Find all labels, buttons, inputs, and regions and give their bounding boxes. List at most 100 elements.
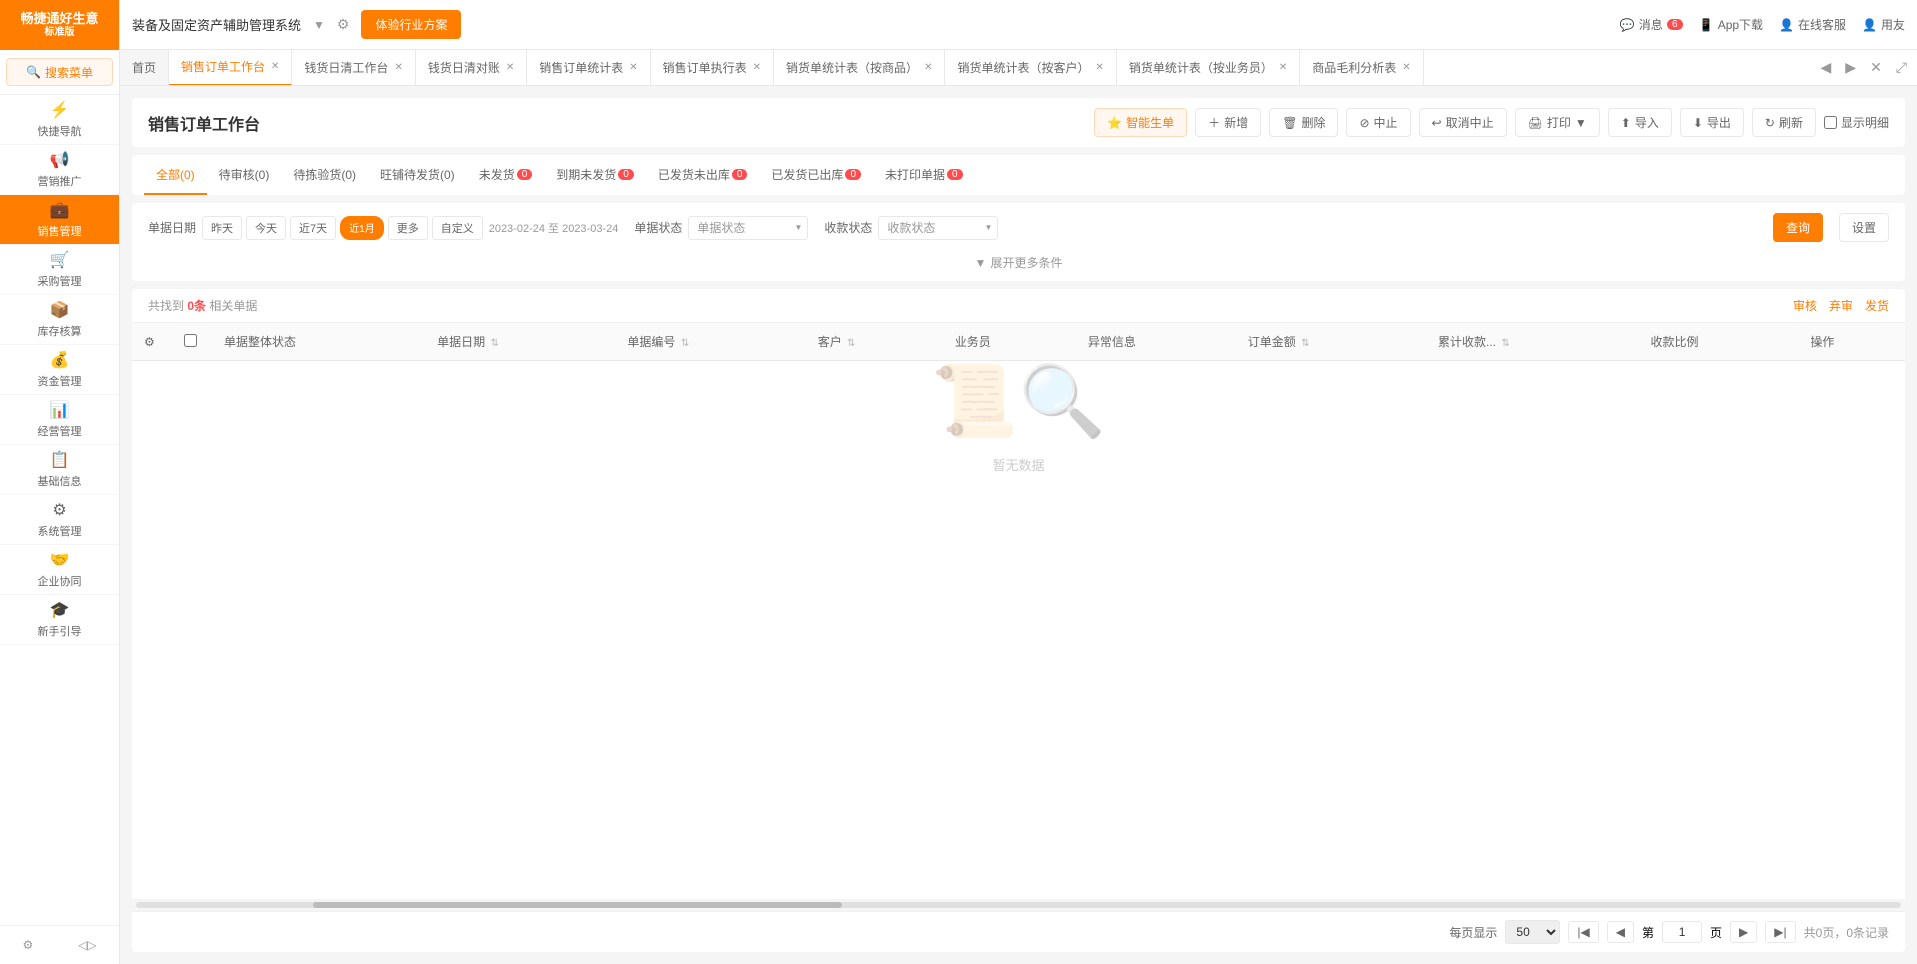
sub-tab-shipped-out[interactable]: 已发货已出库 0 <box>759 155 873 195</box>
reject-link[interactable]: 弃审 <box>1829 297 1853 314</box>
logo-sub-text: 标准版 <box>44 27 74 39</box>
sub-tab-pending-review[interactable]: 待审核(0) <box>207 155 282 195</box>
tab-maximize[interactable]: ⤢ <box>1890 55 1913 80</box>
tab-close-icon[interactable]: ✕ <box>271 61 279 72</box>
col-number[interactable]: 单据编号 ⇅ <box>615 323 805 361</box>
col-checkbox[interactable] <box>172 323 212 361</box>
tab-close-icon[interactable]: ✕ <box>394 62 402 73</box>
settings-bottom-icon[interactable]: ⚙ <box>14 934 41 956</box>
cancel-stop-btn[interactable]: ↩ 取消中止 <box>1419 108 1507 137</box>
sub-tab-not-shipped[interactable]: 未发货 0 <box>467 155 545 195</box>
online-service-btn[interactable]: 👤 在线客服 <box>1779 16 1846 33</box>
print-dropdown-icon: ▼ <box>1575 116 1587 130</box>
sub-tab-not-printed[interactable]: 未打印单据 0 <box>873 155 975 195</box>
tab-home[interactable]: 首页 <box>120 50 169 86</box>
tab-sales-exec[interactable]: 销售订单执行表 ✕ <box>651 50 774 86</box>
horizontal-scrollbar[interactable] <box>132 899 1905 911</box>
sidebar-item-finance[interactable]: 💰 资金管理 <box>0 345 119 395</box>
query-btn[interactable]: 查询 <box>1773 213 1823 242</box>
sidebar-item-cooperation[interactable]: 🤝 企业协同 <box>0 545 119 595</box>
col-customer-label: 客户 <box>818 335 842 349</box>
tab-close-icon[interactable]: ✕ <box>1095 62 1103 73</box>
message-btn[interactable]: 💬 消息 6 <box>1620 16 1683 33</box>
sub-tab-wangpu[interactable]: 旺铺待发货(0) <box>368 155 467 195</box>
ship-link[interactable]: 发货 <box>1865 297 1889 314</box>
tab-close-all[interactable]: ✕ <box>1864 55 1888 80</box>
date-more-btn[interactable]: 更多 <box>388 216 428 240</box>
collapse-sidebar-btn[interactable]: ◁▷ <box>70 934 104 956</box>
col-settings[interactable]: ⚙ <box>132 323 172 361</box>
overdue-badge: 0 <box>618 169 634 180</box>
industry-btn[interactable]: 体验行业方案 <box>361 10 461 39</box>
app-download-btn[interactable]: 📱 App下载 <box>1699 16 1763 33</box>
show-detail-input[interactable] <box>1824 116 1837 129</box>
date-7days-btn[interactable]: 近7天 <box>290 216 336 240</box>
export-btn[interactable]: ⬇ 导出 <box>1680 108 1744 137</box>
sidebar-item-basic[interactable]: 📋 基础信息 <box>0 445 119 495</box>
tab-close-icon[interactable]: ✕ <box>506 62 514 73</box>
table-scroll[interactable]: ⚙ 单据整体状态 单据日期 ⇅ <box>132 323 1905 899</box>
sub-tab-all[interactable]: 全部(0) <box>144 155 207 195</box>
col-amount[interactable]: 订单金额 ⇅ <box>1236 323 1426 361</box>
payment-select[interactable]: 收款状态 <box>878 216 998 240</box>
sidebar-item-guide[interactable]: 🎓 新手引导 <box>0 595 119 645</box>
search-menu-label: 搜索菜单 <box>45 64 93 81</box>
tab-close-icon[interactable]: ✕ <box>753 62 761 73</box>
sidebar-item-system[interactable]: ⚙ 系统管理 <box>0 495 119 545</box>
show-detail-checkbox[interactable]: 显示明细 <box>1824 114 1889 131</box>
sidebar-item-marketing[interactable]: 📢 营销推广 <box>0 145 119 195</box>
col-date[interactable]: 单据日期 ⇅ <box>425 323 615 361</box>
tab-sales-stat[interactable]: 销售订单统计表 ✕ <box>527 50 650 86</box>
import-btn[interactable]: ⬆ 导入 <box>1608 108 1672 137</box>
sidebar-item-sales[interactable]: 💼 销售管理 <box>0 195 119 245</box>
tab-close-icon[interactable]: ✕ <box>629 62 637 73</box>
page-next-btn[interactable]: ▶ <box>1730 921 1757 943</box>
tab-gross-profit[interactable]: 商品毛利分析表 ✕ <box>1300 50 1423 86</box>
tab-close-icon[interactable]: ✕ <box>1279 62 1287 73</box>
stop-btn[interactable]: ⊘ 中止 <box>1346 108 1410 137</box>
tab-close-icon[interactable]: ✕ <box>924 62 932 73</box>
expand-filter-btn[interactable]: ▼ 展开更多条件 <box>975 254 1063 271</box>
tab-scroll-prev[interactable]: ◀ <box>1815 55 1838 80</box>
tab-close-icon[interactable]: ✕ <box>1402 62 1410 73</box>
select-all-checkbox[interactable] <box>184 334 197 347</box>
sidebar-item-quick-nav[interactable]: ⚡ 快捷导航 <box>0 95 119 145</box>
print-btn[interactable]: 🖨 打印 ▼ <box>1515 108 1600 137</box>
tab-scroll-next[interactable]: ▶ <box>1839 55 1862 80</box>
scrollbar-thumb[interactable] <box>313 902 843 908</box>
tab-cash-reconcile[interactable]: 钱货日清对账 ✕ <box>416 50 527 86</box>
col-collected[interactable]: 累计收款... ⇅ <box>1426 323 1639 361</box>
smart-order-btn[interactable]: ⭐ 智能生单 <box>1094 108 1187 137</box>
user-btn[interactable]: 👤 用友 <box>1862 16 1905 33</box>
date-yesterday-btn[interactable]: 昨天 <box>202 216 242 240</box>
set-filter-btn[interactable]: 设置 <box>1839 213 1889 242</box>
sub-tab-overdue[interactable]: 到期未发货 0 <box>544 155 646 195</box>
sub-tab-shipped-not-out[interactable]: 已发货未出库 0 <box>646 155 760 195</box>
add-btn[interactable]: ＋ 新增 <box>1195 108 1261 137</box>
date-1month-btn[interactable]: 近1月 <box>340 216 384 240</box>
date-today-btn[interactable]: 今天 <box>246 216 286 240</box>
page-last-btn[interactable]: ▶| <box>1765 921 1795 943</box>
delete-btn[interactable]: 🗑 删除 <box>1269 108 1338 137</box>
settings-icon[interactable]: ⚙ <box>337 16 350 33</box>
sub-tab-pending-inspect[interactable]: 待拣验货(0) <box>281 155 368 195</box>
search-menu-button[interactable]: 🔍 搜索菜单 <box>6 58 113 86</box>
approve-link[interactable]: 审核 <box>1793 297 1817 314</box>
page-prev-btn[interactable]: ◀ <box>1607 921 1634 943</box>
tab-sales-stat-customer[interactable]: 销货单统计表（按客户） ✕ <box>945 50 1116 86</box>
sidebar-item-operation[interactable]: 📊 经营管理 <box>0 395 119 445</box>
date-custom-btn[interactable]: 自定义 <box>432 216 483 240</box>
col-customer[interactable]: 客户 ⇅ <box>806 323 943 361</box>
system-title-dropdown[interactable]: ▼ <box>313 18 325 32</box>
status-select[interactable]: 单据状态 <box>688 216 808 240</box>
tab-sales-stat-product[interactable]: 销货单统计表（按商品） ✕ <box>774 50 945 86</box>
page-first-btn[interactable]: |◀ <box>1568 921 1598 943</box>
tab-sales-stat-staff[interactable]: 销货单统计表（按业务员） ✕ <box>1117 50 1300 86</box>
tab-cash-daily[interactable]: 钱货日清工作台 ✕ <box>292 50 415 86</box>
refresh-btn[interactable]: ↻ 刷新 <box>1752 108 1816 137</box>
sidebar-item-inventory[interactable]: 📦 库存核算 <box>0 295 119 345</box>
sidebar-item-purchase[interactable]: 🛒 采购管理 <box>0 245 119 295</box>
tab-sales-order[interactable]: 销售订单工作台 ✕ <box>169 50 292 86</box>
page-size-select[interactable]: 50 100 <box>1505 920 1560 944</box>
page-number-input[interactable] <box>1662 921 1702 943</box>
